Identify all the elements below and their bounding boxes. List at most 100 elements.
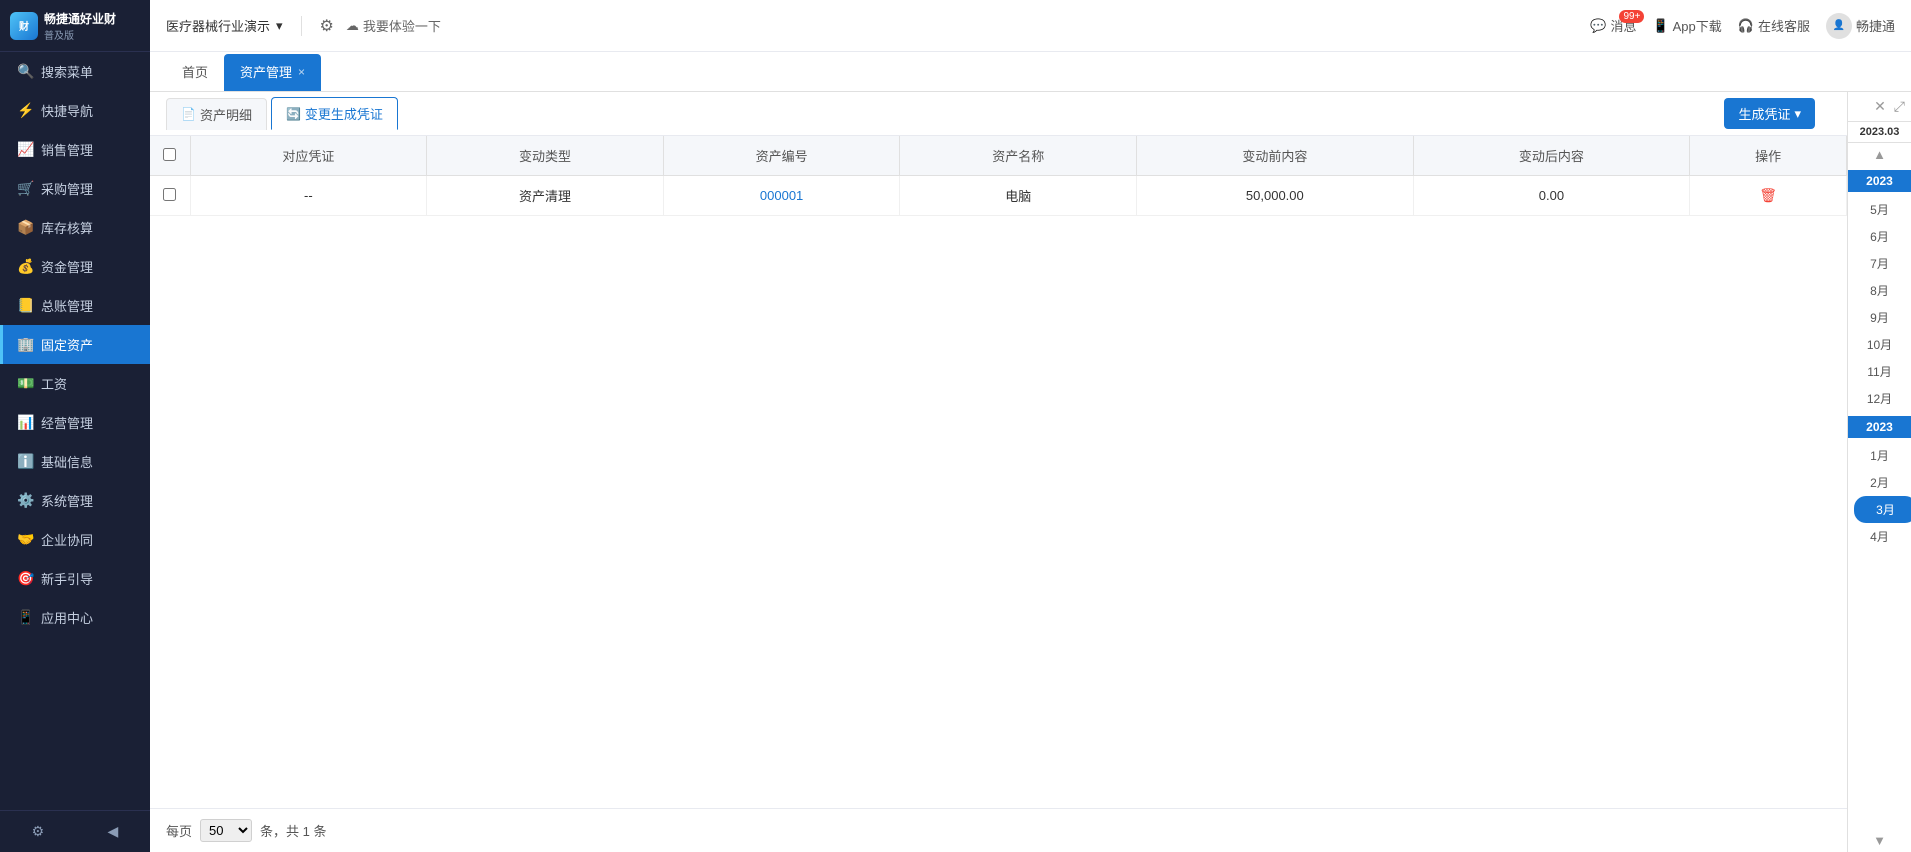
calendar-month-item[interactable]: 1月 (1848, 442, 1911, 469)
experience-button[interactable]: ☁ 我要体验一下 (346, 16, 441, 35)
online-service-button[interactable]: 🎧 在线客服 (1738, 16, 1810, 35)
sidebar-label-finance: 资金管理 (41, 257, 93, 276)
sidebar-label-inventory: 库存核算 (41, 218, 93, 237)
sidebar-label-quick-nav: 快捷导航 (41, 101, 93, 120)
sidebar-item-sales[interactable]: 📈销售管理 (0, 130, 150, 169)
sidebar-item-fixed-assets[interactable]: 🏢固定资产 (0, 325, 150, 364)
tab-home-label: 首页 (182, 62, 208, 81)
app-download-label: App下载 (1673, 16, 1722, 35)
row-after-change: 0.00 (1413, 176, 1690, 216)
row-action-cell: 🗑 (1690, 176, 1847, 216)
calendar-month-item[interactable]: 6月 (1848, 223, 1911, 250)
table-header: 对应凭证 变动类型 资产编号 资产名称 变动前内容 变动后内容 操作 (150, 136, 1847, 176)
sub-tab-detail-label: 资产明细 (200, 105, 252, 124)
calendar-month-item[interactable]: 9月 (1848, 304, 1911, 331)
messages-badge: 99+ (1619, 10, 1644, 23)
tab-asset-management[interactable]: 资产管理 × (224, 54, 321, 91)
sidebar-icon-sales: 📈 (17, 141, 33, 158)
sidebar-icon-basic-info: ℹ️ (17, 453, 33, 470)
row-asset-no: 000001 (663, 176, 900, 216)
sidebar-item-payroll[interactable]: 💵工资 (0, 364, 150, 403)
sidebar-item-operations[interactable]: 📊经营管理 (0, 403, 150, 442)
sidebar-item-quick-nav[interactable]: ⚡ 快捷导航 (0, 91, 150, 130)
messages-button[interactable]: 💬 消息 99+ (1590, 16, 1636, 35)
calendar-month-item[interactable]: 3月 (1854, 496, 1911, 523)
table-header-row: 对应凭证 变动类型 资产编号 资产名称 变动前内容 变动后内容 操作 (150, 136, 1847, 176)
calendar-prev-btn[interactable]: ▲ (1848, 143, 1911, 166)
sidebar-label-purchase: 采购管理 (41, 179, 93, 198)
messages-icon: 💬 (1590, 18, 1606, 34)
calendar-next-btn[interactable]: ▼ (1848, 829, 1911, 852)
sidebar-icon-guide: 🎯 (17, 570, 33, 587)
nav-tabs: 首页 资产管理 × (150, 52, 1911, 92)
online-service-label: 在线客服 (1758, 16, 1810, 35)
sub-tabs-row: 📄 资产明细 🔄 变更生成凭证 生成凭证 ▾ (150, 92, 1847, 136)
calendar-month-item[interactable]: 2月 (1848, 469, 1911, 496)
sidebar-item-guide[interactable]: 🎯新手引导 (0, 559, 150, 598)
calendar-month-item[interactable]: 10月 (1848, 331, 1911, 358)
calendar-year-block-recent: 20231月2月3月4月 (1848, 416, 1911, 550)
calendar-month-item[interactable]: 12月 (1848, 385, 1911, 412)
select-all-checkbox[interactable] (163, 148, 176, 161)
sidebar-item-basic-info[interactable]: ℹ️基础信息 (0, 442, 150, 481)
calendar-month-item[interactable]: 5月 (1848, 196, 1911, 223)
sidebar-title-group: 畅捷通好业财 普及版 (44, 10, 116, 42)
row-delete-icon[interactable]: 🗑 (1759, 187, 1777, 203)
sidebar-label-operations: 经营管理 (41, 413, 93, 432)
table-container: 对应凭证 变动类型 资产编号 资产名称 变动前内容 变动后内容 操作 -- (150, 136, 1847, 808)
header-asset-name: 资产名称 (900, 136, 1137, 176)
sidebar-icon-inventory: 📦 (17, 219, 33, 236)
panel-expand-icon[interactable]: ⤢ (1892, 96, 1907, 117)
calendar-months-container: 2023 5月6月7月8月9月10月11月12月 20231月2月3月4月 (1848, 166, 1911, 829)
table-body: -- 资产清理 000001 电脑 50,000.00 0.00 🗑 (150, 176, 1847, 216)
generate-voucher-dropdown-icon: ▾ (1794, 106, 1801, 122)
sidebar-icon-fixed-assets: 🏢 (17, 336, 33, 353)
app-logo-icon: 财 (10, 12, 38, 40)
sub-tab-detail-icon: 📄 (181, 107, 196, 121)
per-page-select[interactable]: 2050100 (200, 819, 252, 842)
sidebar-item-enterprise[interactable]: 🤝企业协同 (0, 520, 150, 559)
sidebar-item-ledger[interactable]: 📒总账管理 (0, 286, 150, 325)
tab-asset-management-label: 资产管理 (240, 62, 292, 81)
sidebar-item-search[interactable]: 🔍搜索菜单 (0, 52, 150, 91)
sidebar-label-system: 系统管理 (41, 491, 93, 510)
experience-icon: ☁ (346, 18, 359, 34)
calendar-month-item[interactable]: 7月 (1848, 250, 1911, 277)
header-voucher: 对应凭证 (190, 136, 427, 176)
topbar-right: 💬 消息 99+ 📱 App下载 🎧 在线客服 👤 畅捷通 (1590, 13, 1895, 39)
app-name: 畅捷通好业财 (44, 10, 116, 27)
calendar-month-item[interactable]: 4月 (1848, 523, 1911, 550)
sidebar-item-purchase[interactable]: 🛒 采购管理 (0, 169, 150, 208)
sidebar-icon-purchase: 🛒 (17, 180, 33, 197)
sidebar-scroll: 🔍搜索菜单 ⚡ 快捷导航 📈销售管理 🛒 采购管理 📦 库存核算 💰资金管理📒总账管理🏢固定资产… (0, 52, 150, 810)
sub-tab-change-label: 变更生成凭证 (305, 104, 383, 123)
row-checkbox[interactable] (163, 188, 176, 201)
sub-tab-change-voucher[interactable]: 🔄 变更生成凭证 (271, 97, 398, 130)
sub-tab-asset-detail[interactable]: 📄 资产明细 (166, 98, 267, 130)
topbar-settings-icon[interactable]: ⚙ (320, 16, 334, 36)
table-row: -- 资产清理 000001 电脑 50,000.00 0.00 🗑 (150, 176, 1847, 216)
company-name: 医疗器械行业演示 (166, 16, 270, 35)
sidebar-item-app-center[interactable]: 📱应用中心 (0, 598, 150, 637)
panel-close-icon[interactable]: ✕ (1872, 96, 1888, 117)
collapse-footer-icon[interactable]: ◀ (100, 819, 127, 844)
company-selector[interactable]: 医疗器械行业演示 ▾ (166, 16, 283, 35)
sidebar-item-inventory[interactable]: 📦 库存核算 (0, 208, 150, 247)
calendar-year-label: 2023 (1848, 170, 1911, 192)
tab-close-icon[interactable]: × (298, 65, 305, 79)
sidebar-footer: ⚙ ◀ (0, 810, 150, 852)
generate-voucher-button[interactable]: 生成凭证 ▾ (1724, 98, 1815, 129)
calendar-month-item[interactable]: 8月 (1848, 277, 1911, 304)
user-area[interactable]: 👤 畅捷通 (1826, 13, 1895, 39)
app-version: 普及版 (44, 27, 116, 42)
settings-footer-icon[interactable]: ⚙ (24, 819, 53, 844)
sidebar-item-system[interactable]: ⚙️系统管理 (0, 481, 150, 520)
sidebar-item-finance[interactable]: 💰资金管理 (0, 247, 150, 286)
app-download-button[interactable]: 📱 App下载 (1652, 16, 1721, 35)
sidebar-header: 财 畅捷通好业财 普及版 (0, 0, 150, 52)
sidebar-icon-enterprise: 🤝 (17, 531, 33, 548)
calendar-month-item[interactable]: 11月 (1848, 358, 1911, 385)
row-before-change: 50,000.00 (1137, 176, 1414, 216)
sidebar-icon-quick-nav: ⚡ (17, 102, 33, 119)
tab-home[interactable]: 首页 (166, 54, 224, 91)
